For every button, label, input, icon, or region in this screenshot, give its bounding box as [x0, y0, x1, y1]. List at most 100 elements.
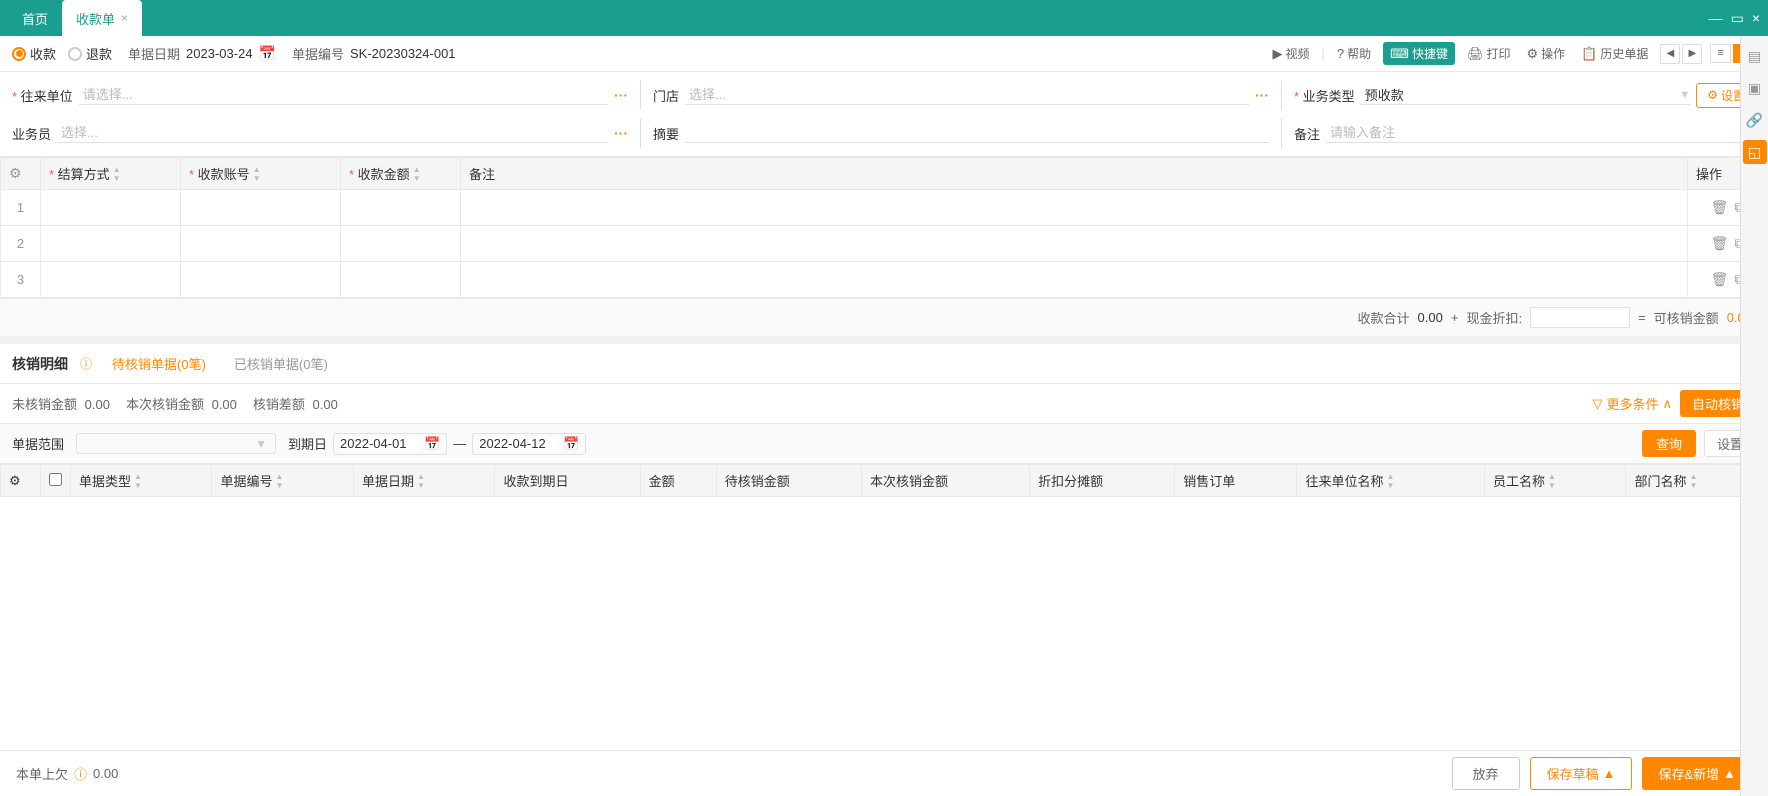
row2-amount[interactable]	[341, 226, 461, 262]
row2-settle-input[interactable]	[41, 226, 180, 261]
row1-account-input[interactable]	[181, 190, 340, 225]
date-from-input[interactable]	[340, 436, 420, 451]
row1-delete-icon[interactable]: 🗑	[1711, 199, 1729, 216]
discount-input[interactable]	[1530, 307, 1630, 328]
row1-settle-input[interactable]	[41, 190, 180, 225]
row1-account[interactable]	[181, 190, 341, 226]
history-btn[interactable]: 📋 历史单据	[1577, 43, 1652, 64]
range-select[interactable]	[85, 436, 251, 451]
save-new-arrow[interactable]: ▲	[1723, 766, 1736, 781]
date-from-icon[interactable]: 📅	[424, 436, 440, 452]
hexiao-select-all[interactable]	[49, 473, 62, 486]
account-sort-icon[interactable]: ▲▼	[253, 165, 261, 183]
row3-note-input[interactable]	[461, 262, 1687, 297]
abandon-btn[interactable]: 放弃	[1452, 757, 1520, 790]
row3-delete-icon[interactable]: 🗑	[1711, 271, 1729, 288]
video-btn[interactable]: ▶ 视频	[1269, 43, 1314, 64]
radio-refund-circle	[68, 47, 82, 61]
hexiao-done-tab[interactable]: 已核销单据(0笔)	[226, 352, 336, 375]
nav-prev[interactable]: ◀	[1660, 44, 1680, 64]
range-select-wrap[interactable]: ▼	[76, 433, 276, 454]
hth-settings[interactable]: ⚙	[1, 465, 41, 497]
row1-amount[interactable]	[341, 190, 461, 226]
row2-note-input[interactable]	[461, 226, 1687, 261]
divider-1	[640, 80, 641, 110]
window-minimize[interactable]: —	[1709, 10, 1723, 26]
carry-label: 本单上欠	[16, 764, 68, 783]
business-type-select[interactable]: ▼	[1361, 85, 1691, 105]
amount-sort-icon[interactable]: ▲▼	[413, 165, 421, 183]
counterpart-more-btn[interactable]: ···	[614, 87, 628, 103]
hth-checkbox[interactable]	[41, 465, 71, 497]
tab-receipt[interactable]: 收款单 ×	[62, 0, 142, 36]
shortcut-btn[interactable]: ⌨ 快捷键	[1383, 42, 1455, 65]
radio-receipt[interactable]: 收款	[12, 44, 56, 63]
radio-refund[interactable]: 退款	[68, 44, 112, 63]
window-close[interactable]: ×	[1752, 10, 1760, 26]
shop-more-btn[interactable]: ···	[1255, 87, 1269, 103]
row3-settle[interactable]	[41, 262, 181, 298]
more-filter-btn[interactable]: ▽ 更多条件 ∧	[1592, 394, 1672, 413]
sidebar-table-icon[interactable]: ▤	[1743, 44, 1767, 68]
nav-next[interactable]: ▶	[1682, 44, 1702, 64]
account-no-label: 收款账号	[189, 164, 250, 183]
settle-sort-icon[interactable]: ▲▼	[113, 165, 121, 183]
staff-more-btn[interactable]: ···	[614, 125, 628, 141]
operation-btn[interactable]: ⚙ 操作	[1522, 43, 1569, 64]
row1-note-input[interactable]	[461, 190, 1687, 225]
row3-amount[interactable]	[341, 262, 461, 298]
business-type-arrow[interactable]: ▼	[1679, 89, 1690, 101]
row1-amount-input[interactable]	[341, 190, 460, 225]
note-input[interactable]	[1326, 123, 1756, 143]
note-label: 备注	[1294, 124, 1320, 143]
row3-note[interactable]	[461, 262, 1688, 298]
sidebar-link-icon[interactable]: 🔗	[1743, 108, 1767, 132]
hexiao-header: 核销明细 ⓘ 待核销单据(0笔) 已核销单据(0笔)	[0, 344, 1768, 384]
summary-label: 摘要	[653, 124, 679, 143]
table-row: 2 🗑 ⧉	[1, 226, 1768, 262]
date-to-icon[interactable]: 📅	[563, 436, 579, 452]
row2-account-input[interactable]	[181, 226, 340, 261]
save-draft-label: 保存草稿	[1547, 764, 1599, 783]
summary-input[interactable]	[685, 123, 1269, 143]
row1-settle[interactable]	[41, 190, 181, 226]
plus-sign: +	[1451, 310, 1459, 325]
doc-date-calendar-icon[interactable]: 📅	[259, 45, 276, 62]
save-draft-arrow[interactable]: ▲	[1603, 766, 1616, 781]
save-draft-btn[interactable]: 保存草稿 ▲	[1530, 757, 1633, 790]
sidebar-expand-icon[interactable]: ◱	[1743, 140, 1767, 164]
query-btn[interactable]: 查询	[1642, 430, 1696, 457]
tab-receipt-close[interactable]: ×	[121, 11, 128, 25]
tab-home[interactable]: 首页	[8, 0, 62, 36]
shop-label: 门店	[653, 86, 679, 105]
print-btn[interactable]: 🖨 打印	[1463, 43, 1515, 64]
form-row-2: 业务员 ··· 摘要 备注	[12, 118, 1756, 148]
carry-info-icon[interactable]: ⓘ	[74, 764, 87, 783]
th-settings[interactable]: ⚙	[1, 158, 41, 190]
shop-input[interactable]	[685, 85, 1249, 105]
date-to-input[interactable]	[479, 436, 559, 451]
view-list[interactable]: ≡	[1710, 44, 1730, 63]
help-btn[interactable]: ? 帮助	[1333, 43, 1375, 64]
save-new-btn[interactable]: 保存&新增 ▲	[1642, 757, 1752, 790]
counterpart-input[interactable]	[79, 85, 608, 105]
row3-account[interactable]	[181, 262, 341, 298]
row3-settle-input[interactable]	[41, 262, 180, 297]
staff-input[interactable]	[57, 123, 608, 143]
row2-account[interactable]	[181, 226, 341, 262]
business-type-input[interactable]	[1361, 85, 1680, 104]
row2-note[interactable]	[461, 226, 1688, 262]
equals-sign: =	[1638, 310, 1646, 325]
row2-settle[interactable]	[41, 226, 181, 262]
row2-amount-input[interactable]	[341, 226, 460, 261]
hexiao-info-icon[interactable]: ⓘ	[80, 355, 92, 372]
row3-account-input[interactable]	[181, 262, 340, 297]
table-settings-icon[interactable]: ⚙	[9, 165, 22, 181]
row2-delete-icon[interactable]: 🗑	[1711, 235, 1729, 252]
row1-note[interactable]	[461, 190, 1688, 226]
row3-amount-input[interactable]	[341, 262, 460, 297]
sidebar-grid-icon[interactable]: ▣	[1743, 76, 1767, 100]
window-restore[interactable]: ▭	[1731, 10, 1744, 27]
hexiao-pending-tab[interactable]: 待核销单据(0笔)	[104, 352, 214, 375]
hexiao-table-settings-icon[interactable]: ⚙	[9, 473, 21, 488]
